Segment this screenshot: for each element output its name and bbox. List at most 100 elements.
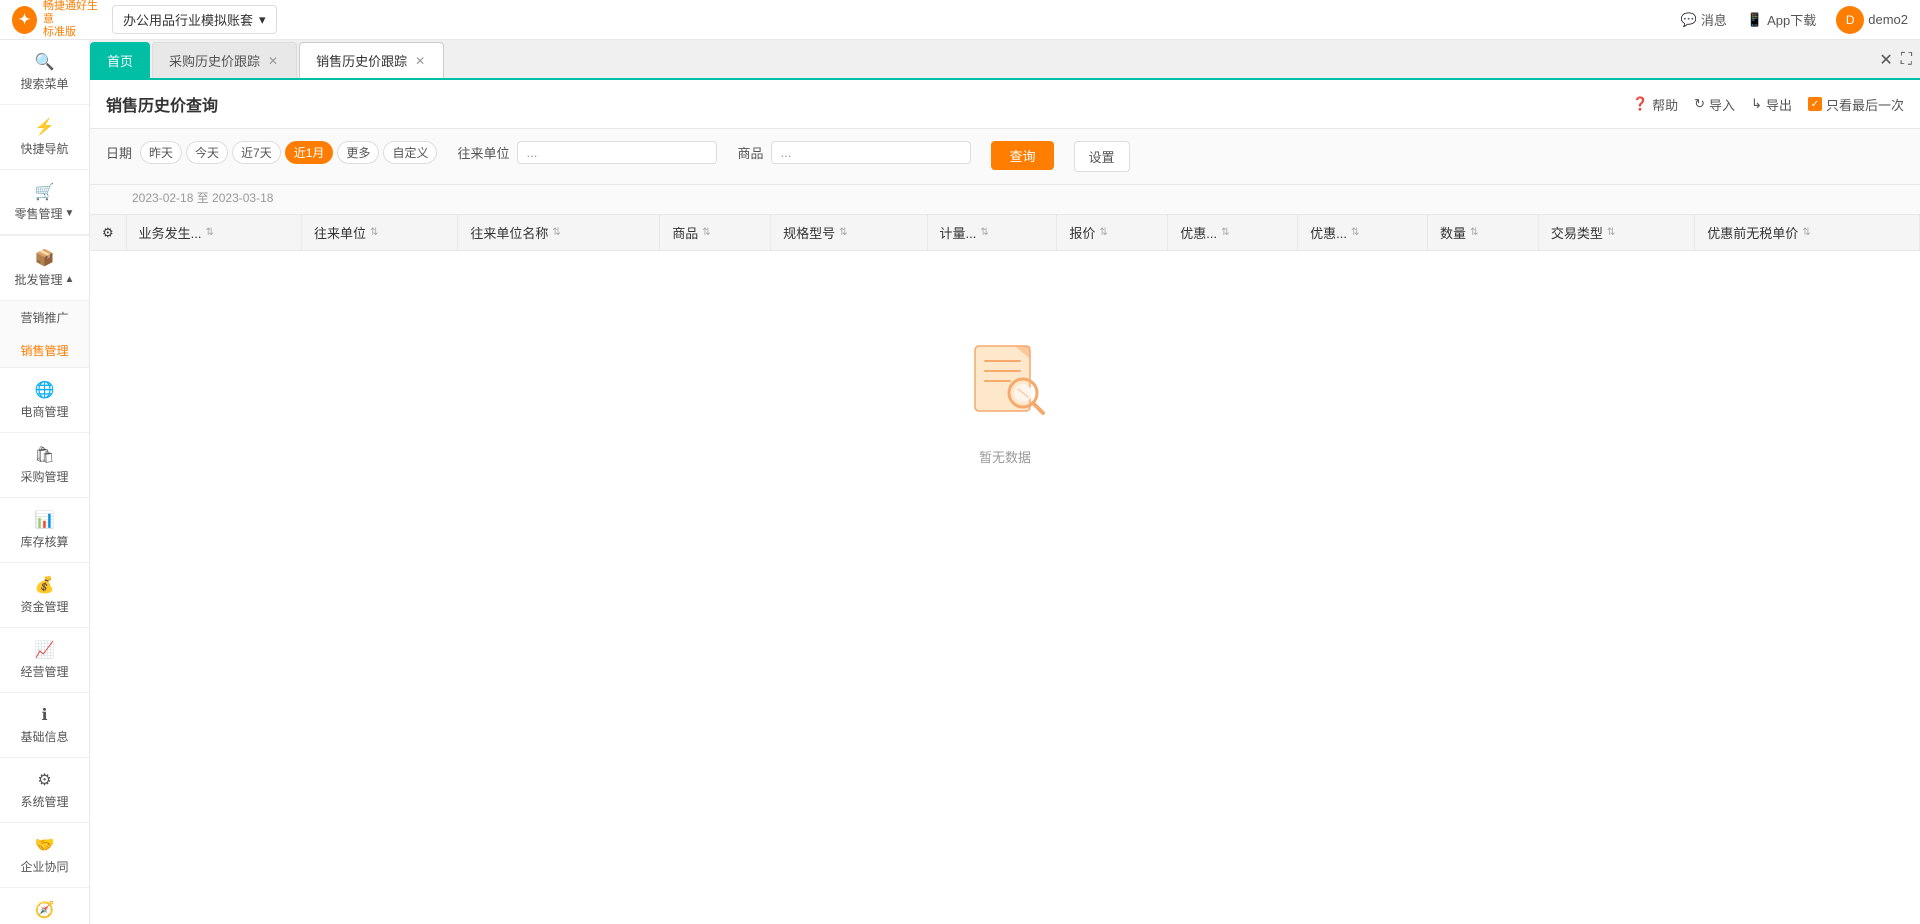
sidebar: 🔍 搜索菜单 ⚡ 快捷导航 🛒 零售管理 ▼ 📦 批发管理 ▲: [0, 40, 90, 924]
app-selector[interactable]: 办公用品行业模拟账套 ▾: [112, 5, 277, 34]
export-button[interactable]: ↳ 导出: [1751, 95, 1792, 114]
partner-filter-group: 往来单位 ...: [457, 141, 717, 164]
table-th-pre-tax-price[interactable]: 优惠前无税单价 ⇅: [1695, 215, 1920, 251]
goods-label: 商品: [737, 143, 763, 162]
tab-home[interactable]: 首页: [90, 42, 150, 78]
table-th-biz-date[interactable]: 业务发生... ⇅: [126, 215, 301, 251]
sort-icon: ⇅: [702, 227, 710, 238]
app-download-button[interactable]: 📱 App下载: [1747, 10, 1816, 29]
close-window-icon[interactable]: ✕: [1879, 50, 1892, 70]
sidebar-item-enterprise-collab[interactable]: 🤝 企业协同: [0, 823, 89, 888]
import-icon: ↻: [1694, 96, 1705, 112]
import-button[interactable]: ↻ 导入: [1694, 95, 1735, 114]
sidebar-item-ecommerce[interactable]: 🌐 电商管理: [0, 368, 89, 433]
sidebar-item-basic-info[interactable]: ℹ 基础信息: [0, 693, 89, 758]
logo-icon: ✦: [12, 6, 37, 34]
setting-button[interactable]: 设置: [1074, 141, 1130, 172]
table-th-unit[interactable]: 计量... ⇅: [927, 215, 1057, 251]
top-bar-right: 💬 消息 📱 App下载 D demo2: [1681, 6, 1908, 34]
sidebar-item-wholesale-mgmt[interactable]: 📦 批发管理 ▲: [0, 236, 89, 301]
sidebar-item-purchase-mgmt[interactable]: 🛍 采购管理: [0, 433, 89, 498]
tab-close-purchase-history[interactable]: ✕: [266, 54, 280, 68]
top-bar: ✦ 畅捷通好生意 标准版 办公用品行业模拟账套 ▾ 💬 消息 📱 App下载 D…: [0, 0, 1920, 40]
message-button[interactable]: 💬 消息: [1681, 10, 1727, 29]
inventory-icon: 📊: [35, 510, 55, 530]
goods-input[interactable]: ...: [771, 141, 971, 164]
retail-icon: 🛒: [35, 182, 55, 202]
sidebar-item-newbie-guide[interactable]: 🧭 新手引导: [0, 888, 89, 924]
sidebar-item-inventory[interactable]: 📊 库存核算: [0, 498, 89, 563]
date-btn-yesterday[interactable]: 昨天: [140, 141, 182, 164]
logo-area: ✦ 畅捷通好生意 标准版: [12, 0, 102, 39]
sidebar-item-search-menu[interactable]: 🔍 搜索菜单: [0, 40, 89, 105]
sidebar-item-finance[interactable]: 💰 资金管理: [0, 563, 89, 628]
table-th-discount2[interactable]: 优惠... ⇅: [1298, 215, 1428, 251]
table-th-discount1[interactable]: 优惠... ⇅: [1168, 215, 1298, 251]
sidebar-item-quick-nav[interactable]: ⚡ 快捷导航: [0, 105, 89, 170]
content-area: 首页 采购历史价跟踪 ✕ 销售历史价跟踪 ✕ ✕ ⛶ 销售历史价查询: [90, 40, 1920, 924]
filter-bar: 日期 昨天 今天 近7天 近1月: [90, 129, 1920, 185]
date-btn-more[interactable]: 更多: [337, 141, 379, 164]
tab-bar-right: ✕ ⛶: [1879, 42, 1920, 78]
date-btn-today[interactable]: 今天: [186, 141, 228, 164]
sort-icon: ⇅: [1607, 227, 1615, 238]
checkbox-icon: ✓: [1808, 97, 1822, 111]
tab-close-sales-history[interactable]: ✕: [413, 54, 427, 68]
gear-settings-icon[interactable]: ⚙: [102, 225, 114, 240]
sort-icon: ⇅: [1470, 227, 1478, 238]
sidebar-item-sales-mgmt[interactable]: 销售管理: [0, 334, 89, 367]
sort-icon: ⇅: [1221, 227, 1229, 238]
collab-icon: 🤝: [35, 835, 55, 855]
tab-sales-history[interactable]: 销售历史价跟踪 ✕: [299, 42, 444, 78]
sort-icon: ⇅: [552, 227, 560, 238]
main-layout: 🔍 搜索菜单 ⚡ 快捷导航 🛒 零售管理 ▼ 📦 批发管理 ▲: [0, 40, 1920, 924]
table-th-quantity[interactable]: 数量 ⇅: [1427, 215, 1538, 251]
help-button[interactable]: ❓ 帮助: [1632, 95, 1678, 114]
date-btn-1month[interactable]: 近1月: [285, 141, 334, 164]
table-th-trade-type[interactable]: 交易类型 ⇅: [1538, 215, 1694, 251]
sidebar-item-system-mgmt[interactable]: ⚙ 系统管理: [0, 758, 89, 823]
table-th-partner-code[interactable]: 往来单位 ⇅: [301, 215, 457, 251]
finance-icon: 💰: [35, 575, 55, 595]
lightning-icon: ⚡: [35, 117, 55, 137]
table-th-spec[interactable]: 规格型号 ⇅: [771, 215, 927, 251]
purchase-icon: 🛍: [34, 445, 54, 465]
tab-purchase-history[interactable]: 采购历史价跟踪 ✕: [152, 42, 297, 78]
date-filter-group: 日期 昨天 今天 近7天 近1月: [106, 141, 437, 164]
date-btn-custom[interactable]: 自定义: [383, 141, 437, 164]
table-th-gear[interactable]: ⚙: [90, 215, 126, 251]
partner-input[interactable]: ...: [517, 141, 717, 164]
table-container: ⚙ 业务发生... ⇅ 往来单位: [90, 215, 1920, 546]
table-th-quoted-price[interactable]: 报价 ⇅: [1057, 215, 1168, 251]
sort-icon: ⇅: [980, 227, 988, 238]
date-btn-7days[interactable]: 近7天: [232, 141, 281, 164]
sidebar-item-marketing[interactable]: 营销推广: [0, 301, 89, 334]
page-header-actions: ❓ 帮助 ↻ 导入 ↳ 导出 ✓ 只看最后一次: [1632, 95, 1904, 114]
guide-icon: 🧭: [35, 900, 55, 920]
only-last-checkbox[interactable]: ✓ 只看最后一次: [1808, 95, 1904, 114]
sort-icon: ⇅: [206, 227, 214, 238]
chevron-down-icon: ▼: [65, 208, 75, 219]
avatar-icon: D: [1836, 6, 1864, 34]
help-icon: ❓: [1632, 96, 1648, 112]
table-th-goods[interactable]: 商品 ⇅: [660, 215, 771, 251]
chevron-up-icon: ▲: [65, 274, 75, 285]
date-options: 昨天 今天 近7天 近1月 更多: [140, 141, 437, 164]
sidebar-group-retail: 🛒 零售管理 ▼: [0, 170, 89, 236]
info-icon: ℹ: [41, 705, 47, 725]
empty-text: 暂无数据: [979, 447, 1031, 466]
maximize-icon[interactable]: ⛶: [1901, 51, 1912, 69]
search-icon: 🔍: [35, 52, 55, 72]
sort-icon: ⇅: [1351, 227, 1359, 238]
sidebar-item-retail-mgmt[interactable]: 🛒 零售管理 ▼: [0, 170, 89, 235]
sort-icon: ⇅: [839, 227, 847, 238]
logo-text: 畅捷通好生意 标准版: [43, 0, 102, 39]
search-button[interactable]: 查询: [991, 141, 1053, 170]
page-header: 销售历史价查询 ❓ 帮助 ↻ 导入 ↳ 导出 ✓: [90, 80, 1920, 129]
download-icon: 📱: [1747, 12, 1763, 28]
table-th-partner-name[interactable]: 往来单位名称 ⇅: [458, 215, 660, 251]
sort-icon: ⇅: [370, 227, 378, 238]
goods-filter-group: 商品 ...: [737, 141, 971, 164]
user-avatar[interactable]: D demo2: [1836, 6, 1908, 34]
sidebar-item-operations[interactable]: 📈 经营管理: [0, 628, 89, 693]
